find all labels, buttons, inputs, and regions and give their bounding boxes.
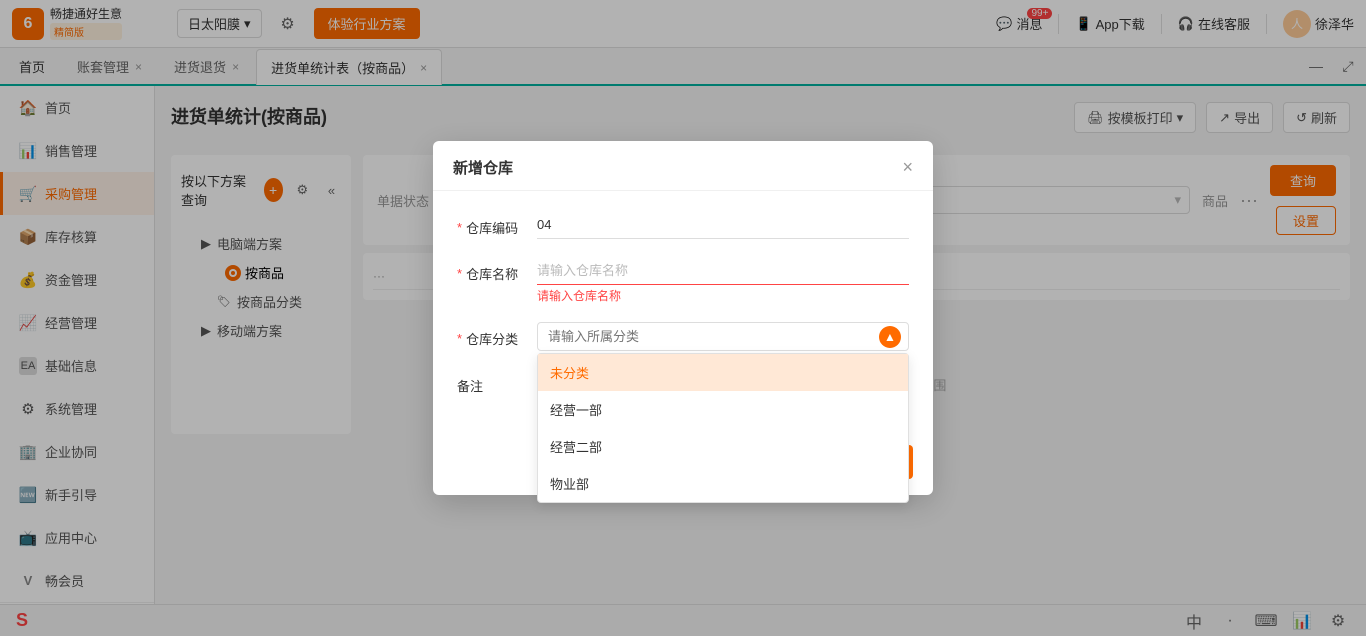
category-input[interactable] bbox=[537, 322, 909, 351]
form-row-name: * 仓库名称 请输入仓库名称 bbox=[457, 257, 909, 304]
category-dropdown-list: 未分类 经营一部 经营二部 物业部 bbox=[537, 353, 909, 503]
modal-title: 新增仓库 bbox=[453, 157, 513, 178]
category-select-wrapper: ▲ 未分类 经营一部 经营二部 物业部 bbox=[537, 322, 909, 351]
name-error-msg: 请输入仓库名称 bbox=[537, 287, 909, 304]
name-input[interactable] bbox=[537, 257, 909, 285]
code-field bbox=[537, 211, 909, 239]
name-label: * 仓库名称 bbox=[457, 257, 537, 283]
name-field: 请输入仓库名称 bbox=[537, 257, 909, 304]
modal-header: 新增仓库 × bbox=[433, 141, 933, 191]
modal-new-warehouse: 新增仓库 × * 仓库编码 * 仓库名称 bbox=[433, 141, 933, 495]
category-field: ▲ 未分类 经营一部 经营二部 物业部 bbox=[537, 322, 909, 351]
dropdown-option-dept2[interactable]: 经营二部 bbox=[538, 428, 908, 465]
form-row-code: * 仓库编码 bbox=[457, 211, 909, 239]
modal-close-button[interactable]: × bbox=[902, 157, 913, 178]
form-row-category: * 仓库分类 ▲ 未分类 经营一部 经营二部 物业部 bbox=[457, 322, 909, 351]
category-label: * 仓库分类 bbox=[457, 322, 537, 348]
code-label: * 仓库编码 bbox=[457, 211, 537, 237]
category-dropdown-arrow[interactable]: ▲ bbox=[879, 326, 901, 348]
dropdown-option-uncategorized[interactable]: 未分类 bbox=[538, 354, 908, 391]
modal-body: * 仓库编码 * 仓库名称 请输入仓库名称 bbox=[433, 191, 933, 435]
dropdown-option-property[interactable]: 物业部 bbox=[538, 465, 908, 502]
modal-overlay: 新增仓库 × * 仓库编码 * 仓库名称 bbox=[0, 0, 1366, 636]
code-input[interactable] bbox=[537, 211, 909, 239]
dropdown-option-dept1[interactable]: 经营一部 bbox=[538, 391, 908, 428]
notes-label: 备注 bbox=[457, 369, 537, 395]
